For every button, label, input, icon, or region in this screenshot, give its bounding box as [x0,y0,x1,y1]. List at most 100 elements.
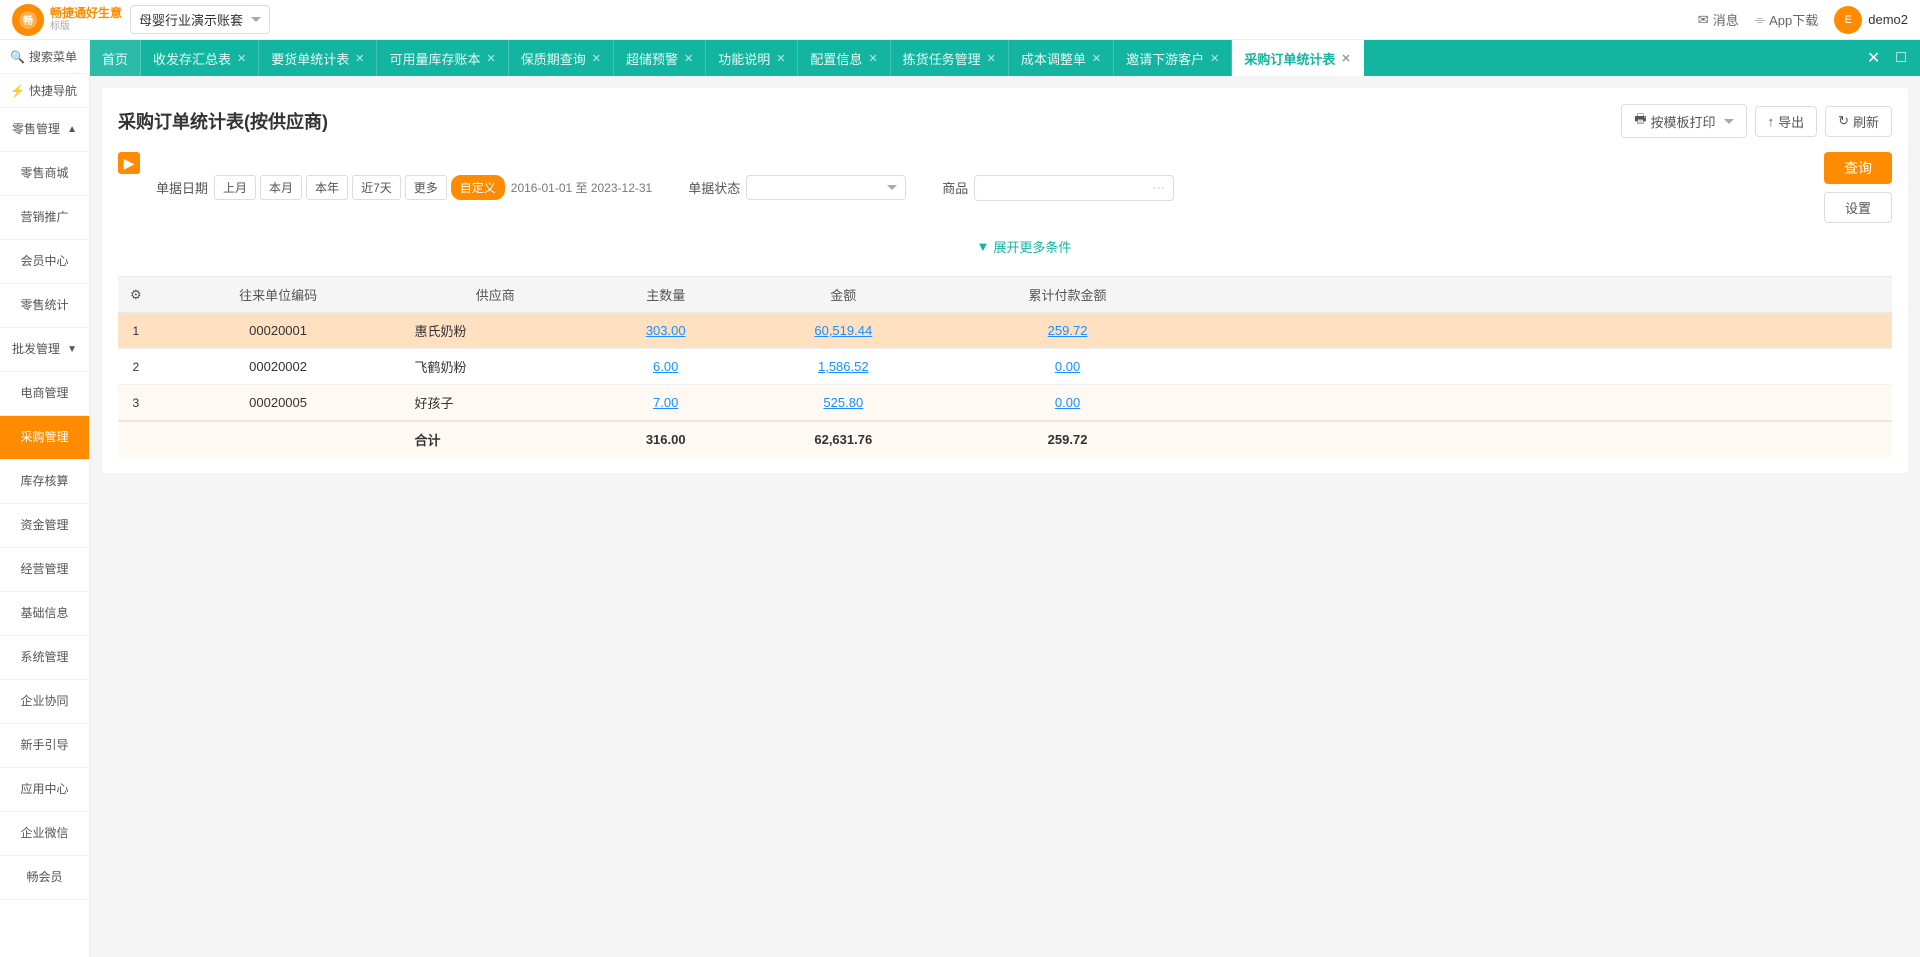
sidebar-item-wholesale[interactable]: 批发管理 ▼ [0,328,89,372]
sidebar-item-member-center[interactable]: 会员中心 [0,240,89,284]
app-download-action[interactable]: ⌯ App下载 [1755,10,1819,29]
date-btn-more[interactable]: 更多 [405,175,447,200]
tab-function-close-icon[interactable]: ✕ [776,52,785,65]
tab-inventory-ledger-close-icon[interactable]: ✕ [487,52,496,65]
workspace-selector[interactable]: 母婴行业演示账套 [130,5,270,34]
date-btn-7days[interactable]: 近7天 [352,175,401,200]
date-btn-this-year[interactable]: 本年 [306,175,348,200]
filter-toggle-button[interactable]: ▶ [118,152,140,174]
sidebar-search[interactable]: 🔍 搜索菜单 [0,40,89,74]
refresh-button[interactable]: ↻ 刷新 [1825,106,1892,137]
sidebar-item-inventory[interactable]: 库存核算 [0,460,89,504]
tab-config-info[interactable]: 配置信息 ✕ [798,40,890,76]
sidebar-item-purchase[interactable]: 采购管理 [0,416,89,460]
tab-cost-close-icon[interactable]: ✕ [1092,52,1101,65]
row-2-paid[interactable]: 0.00 [943,349,1192,385]
tab-goods-stats[interactable]: 要货单统计表 ✕ [259,40,377,76]
row-2-amount[interactable]: 1,586.52 [743,349,943,385]
search-icon: 🔍 [10,50,25,64]
tab-cost-adjust[interactable]: 成本调整单 ✕ [1009,40,1114,76]
expand-more-button[interactable]: ▼ 展开更多条件 [156,231,1892,262]
tab-warranty-query[interactable]: 保质期查询 ✕ [509,40,614,76]
sidebar-item-retail-mall[interactable]: 零售商城 [0,152,89,196]
sidebar-item-retail-stats[interactable]: 零售统计 [0,284,89,328]
date-btn-last-month[interactable]: 上月 [214,175,256,200]
tab-collect-pay-close-icon[interactable]: ✕ [237,52,246,65]
date-btn-custom[interactable]: 自定义 [451,175,505,200]
tab-home[interactable]: 首页 [90,40,141,76]
tabs-close-btn[interactable]: ✕ [1861,46,1886,70]
sidebar-item-marketing[interactable]: 营销推广 [0,196,89,240]
date-range-display: 2016-01-01 至 2023-12-31 [511,179,652,196]
table-row[interactable]: 2 00020002 飞鹤奶粉 6.00 1,586.52 0.00 [118,349,1892,385]
query-button[interactable]: 查询 [1824,152,1892,184]
row-3-paid[interactable]: 0.00 [943,385,1192,422]
message-action[interactable]: ✉ 消息 [1698,10,1739,29]
footer-amount: 62,631.76 [743,421,943,457]
tab-goods-stats-close-icon[interactable]: ✕ [355,52,364,65]
tab-purchase-order-stats-label: 采购订单统计表 [1244,49,1335,68]
table-row[interactable]: 3 00020005 好孩子 7.00 525.80 0.00 [118,385,1892,422]
sidebar-item-finance[interactable]: 资金管理 [0,504,89,548]
sidebar-item-enterprise-collab[interactable]: 企业协同 [0,680,89,724]
row-3-extra [1192,385,1892,422]
sidebar-item-retail-management[interactable]: 零售管理 ▲ [0,108,89,152]
tab-purchase-order-stats[interactable]: 采购订单统计表 ✕ [1232,40,1363,76]
tab-function-desc[interactable]: 功能说明 ✕ [706,40,798,76]
workspace-dropdown-icon [251,17,261,22]
tab-pick-task[interactable]: 拣货任务管理 ✕ [891,40,1009,76]
sidebar-item-label-system: 系统管理 [20,650,68,666]
nav-tabs-end: ✕ □ [1861,46,1920,70]
status-filter-label: 单据状态 [688,178,740,197]
row-2-qty[interactable]: 6.00 [588,349,744,385]
sidebar-item-new-guide[interactable]: 新手引导 [0,724,89,768]
sidebar-item-enterprise-wechat[interactable]: 企业微信 [0,812,89,856]
sidebar-item-member[interactable]: 畅会员 [0,856,89,900]
tab-config-close-icon[interactable]: ✕ [868,52,877,65]
page-content: 采购订单统计表(按供应商) 🖶 按模板打印 ↑ 导出 ↻ [90,76,1920,957]
top-bar-right: ✉ 消息 ⌯ App下载 E demo2 [1698,6,1908,34]
sidebar-item-system[interactable]: 系统管理 [0,636,89,680]
tab-invite[interactable]: 邀请下游客户 ✕ [1114,40,1232,76]
tab-overstock-close-icon[interactable]: ✕ [684,52,693,65]
page-title-bar: 采购订单统计表(按供应商) 🖶 按模板打印 ↑ 导出 ↻ [118,104,1892,138]
date-btn-this-month[interactable]: 本月 [260,175,302,200]
settings-button[interactable]: 设置 [1824,192,1892,223]
logo-text: 畅捷通好生意 [50,6,122,20]
message-icon: ✉ [1698,12,1709,28]
user-area[interactable]: E demo2 [1834,6,1908,34]
footer-label: 合计 [403,421,588,457]
shortcut-label: 快捷导航 [29,82,77,99]
tabs-expand-btn[interactable]: □ [1890,47,1912,69]
tab-overstock[interactable]: 超储预警 ✕ [614,40,706,76]
page-title: 采购订单统计表(按供应商) [118,108,328,134]
goods-input[interactable]: ⋯ [974,175,1174,201]
tab-invite-close-icon[interactable]: ✕ [1210,52,1219,65]
row-3-supplier: 好孩子 [403,385,588,422]
print-button[interactable]: 🖶 按模板打印 [1621,104,1746,138]
tab-warranty-close-icon[interactable]: ✕ [592,52,601,65]
user-avatar-text: E [1845,14,1852,26]
row-1-amount[interactable]: 60,519.44 [743,313,943,349]
sidebar-item-ecommerce[interactable]: 电商管理 [0,372,89,416]
col-code: 往来单位编码 [154,277,403,313]
row-1-paid[interactable]: 259.72 [943,313,1192,349]
sidebar-item-app-center[interactable]: 应用中心 [0,768,89,812]
sidebar-item-label-ops: 经营管理 [20,562,68,578]
row-3-amount[interactable]: 525.80 [743,385,943,422]
row-3-qty[interactable]: 7.00 [588,385,744,422]
row-1-qty[interactable]: 303.00 [588,313,744,349]
sidebar-item-ops[interactable]: 经营管理 [0,548,89,592]
page-actions: 🖶 按模板打印 ↑ 导出 ↻ 刷新 [1621,104,1892,138]
table-row[interactable]: 1 00020001 惠氏奶粉 303.00 60,519.44 259.72 [118,313,1892,349]
status-select-value [755,180,879,195]
tab-collect-pay[interactable]: 收发存汇总表 ✕ [141,40,259,76]
export-button[interactable]: ↑ 导出 [1755,106,1818,137]
tab-purchase-stats-close-icon[interactable]: ✕ [1341,52,1350,65]
action-buttons: 查询 设置 [1824,152,1892,223]
sidebar-shortcut-nav[interactable]: ⚡ 快捷导航 [0,74,89,108]
tab-pick-close-icon[interactable]: ✕ [987,52,996,65]
status-select[interactable] [746,175,906,200]
sidebar-item-basic-info[interactable]: 基础信息 [0,592,89,636]
tab-inventory-ledger[interactable]: 可用量库存账本 ✕ [377,40,508,76]
